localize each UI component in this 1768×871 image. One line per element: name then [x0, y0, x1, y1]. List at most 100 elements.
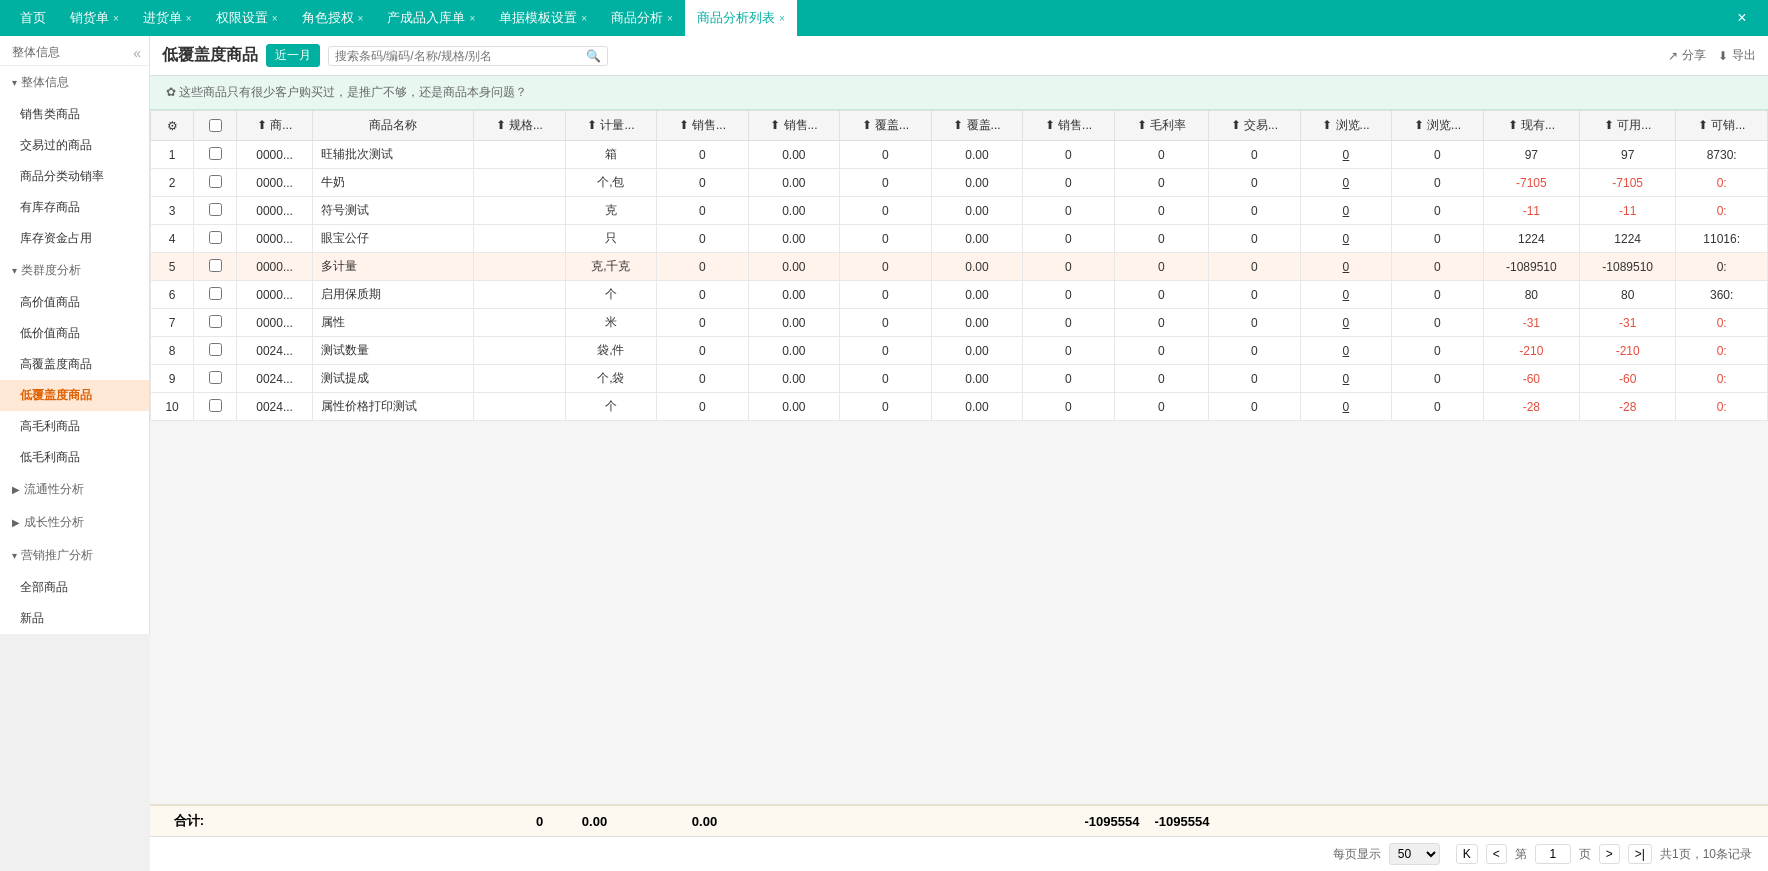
row-checkbox[interactable] — [209, 259, 222, 272]
filter-recent-btn[interactable]: 近一月 — [266, 44, 320, 67]
col-current-stock[interactable]: ⬆ 现有... — [1483, 111, 1579, 141]
sidebar-section-growth[interactable]: ▶ 成长性分析 — [0, 506, 149, 539]
cell-browse1[interactable]: 0 — [1300, 197, 1392, 225]
nav-home[interactable]: 首页 — [8, 0, 58, 36]
cell-current: 97 — [1483, 141, 1579, 169]
row-checkbox[interactable] — [209, 371, 222, 384]
cell-browse1[interactable]: 0 — [1300, 393, 1392, 421]
col-checkbox[interactable] — [194, 111, 237, 141]
sidebar-item-sales-goods[interactable]: 销售类商品 — [0, 99, 149, 130]
cell-browse1[interactable]: 0 — [1300, 281, 1392, 309]
sidebar-section-marketing[interactable]: ▾ 营销推广分析 — [0, 539, 149, 572]
row-checkbox[interactable] — [209, 231, 222, 244]
page-number-input[interactable] — [1535, 844, 1571, 864]
nav-analysis-list-close[interactable]: × — [779, 13, 785, 24]
nav-products[interactable]: 产成品入库单 × — [375, 0, 487, 36]
per-page-select[interactable]: 20 50 100 200 — [1389, 843, 1440, 865]
nav-permissions[interactable]: 权限设置 × — [204, 0, 290, 36]
cell-checkbox[interactable] — [194, 169, 237, 197]
window-close-button[interactable]: × — [1724, 0, 1760, 36]
sidebar-item-high-value[interactable]: 高价值商品 — [0, 287, 149, 318]
cell-browse1[interactable]: 0 — [1300, 253, 1392, 281]
col-name[interactable]: 商品名称 — [313, 111, 474, 141]
col-coverage1[interactable]: ⬆ 覆盖... — [840, 111, 932, 141]
nav-sales[interactable]: 销货单 × — [58, 0, 131, 36]
settings-icon[interactable]: ⚙ — [167, 119, 178, 133]
cell-checkbox[interactable] — [194, 337, 237, 365]
sidebar-item-high-coverage[interactable]: 高覆盖度商品 — [0, 349, 149, 380]
nav-products-close[interactable]: × — [469, 13, 475, 24]
col-available-stock[interactable]: ⬆ 可用... — [1580, 111, 1676, 141]
nav-template[interactable]: 单据模板设置 × — [487, 0, 599, 36]
nav-purchase-close[interactable]: × — [186, 13, 192, 24]
col-browse1[interactable]: ⬆ 浏览... — [1300, 111, 1392, 141]
cell-checkbox[interactable] — [194, 253, 237, 281]
next-page-btn[interactable]: > — [1599, 844, 1620, 864]
col-sellable[interactable]: ⬆ 可销... — [1676, 111, 1768, 141]
col-sales3[interactable]: ⬆ 销售... — [1023, 111, 1115, 141]
select-all-checkbox[interactable] — [209, 119, 222, 132]
col-unit[interactable]: ⬆ 计量... — [565, 111, 657, 141]
col-sales-amt[interactable]: ⬆ 销售... — [748, 111, 840, 141]
cell-browse1[interactable]: 0 — [1300, 365, 1392, 393]
export-btn[interactable]: ⬇ 导出 — [1718, 47, 1756, 64]
nav-permissions-close[interactable]: × — [272, 13, 278, 24]
share-btn[interactable]: ↗ 分享 — [1668, 47, 1706, 64]
cell-sales-qty: 0 — [657, 365, 749, 393]
cell-browse1[interactable]: 0 — [1300, 141, 1392, 169]
nav-roles-close[interactable]: × — [358, 13, 364, 24]
cell-browse1[interactable]: 0 — [1300, 225, 1392, 253]
sidebar-item-low-value[interactable]: 低价值商品 — [0, 318, 149, 349]
sidebar-item-all-goods[interactable]: 全部商品 — [0, 572, 149, 603]
row-checkbox[interactable] — [209, 315, 222, 328]
col-browse2[interactable]: ⬆ 浏览... — [1392, 111, 1484, 141]
nav-roles[interactable]: 角色授权 × — [290, 0, 376, 36]
col-sales-qty[interactable]: ⬆ 销售... — [657, 111, 749, 141]
cell-browse1[interactable]: 0 — [1300, 337, 1392, 365]
cell-cov2: 0.00 — [931, 253, 1023, 281]
row-checkbox[interactable] — [209, 147, 222, 160]
cell-checkbox[interactable] — [194, 197, 237, 225]
col-coverage2[interactable]: ⬆ 覆盖... — [931, 111, 1023, 141]
cell-checkbox[interactable] — [194, 141, 237, 169]
col-code[interactable]: ⬆ 商... — [236, 111, 312, 141]
cell-checkbox[interactable] — [194, 225, 237, 253]
cell-checkbox[interactable] — [194, 393, 237, 421]
sidebar-item-in-stock[interactable]: 有库存商品 — [0, 192, 149, 223]
cell-browse1[interactable]: 0 — [1300, 169, 1392, 197]
row-checkbox[interactable] — [209, 175, 222, 188]
cell-browse1[interactable]: 0 — [1300, 309, 1392, 337]
sidebar-item-low-margin[interactable]: 低毛利商品 — [0, 442, 149, 473]
row-checkbox[interactable] — [209, 343, 222, 356]
col-gross-margin[interactable]: ⬆ 毛利率 — [1114, 111, 1208, 141]
sidebar-section-circulation[interactable]: ▶ 流通性分析 — [0, 473, 149, 506]
sidebar-item-capital[interactable]: 库存资金占用 — [0, 223, 149, 254]
cell-checkbox[interactable] — [194, 365, 237, 393]
sidebar-item-category-rate[interactable]: 商品分类动销率 — [0, 161, 149, 192]
sidebar-collapse-btn[interactable]: « — [133, 45, 141, 61]
nav-sales-close[interactable]: × — [113, 13, 119, 24]
nav-analysis-list[interactable]: 商品分析列表 × — [685, 0, 797, 36]
row-checkbox[interactable] — [209, 399, 222, 412]
last-page-btn[interactable]: >| — [1628, 844, 1652, 864]
cell-checkbox[interactable] — [194, 281, 237, 309]
sidebar-section-overall[interactable]: ▾ 整体信息 — [0, 66, 149, 99]
cell-checkbox[interactable] — [194, 309, 237, 337]
row-checkbox[interactable] — [209, 287, 222, 300]
prev-page-btn[interactable]: < — [1486, 844, 1507, 864]
first-page-btn[interactable]: K — [1456, 844, 1478, 864]
nav-purchase[interactable]: 进货单 × — [131, 0, 204, 36]
sidebar-item-high-margin[interactable]: 高毛利商品 — [0, 411, 149, 442]
sidebar-item-low-coverage[interactable]: 低覆盖度商品 — [0, 380, 149, 411]
nav-template-close[interactable]: × — [581, 13, 587, 24]
sidebar-section-cluster[interactable]: ▾ 类群度分析 — [0, 254, 149, 287]
col-transaction[interactable]: ⬆ 交易... — [1209, 111, 1301, 141]
sidebar-item-traded-goods[interactable]: 交易过的商品 — [0, 130, 149, 161]
row-checkbox[interactable] — [209, 203, 222, 216]
sidebar-item-new-goods[interactable]: 新品 — [0, 603, 149, 634]
col-spec[interactable]: ⬆ 规格... — [474, 111, 566, 141]
nav-analysis-close[interactable]: × — [667, 13, 673, 24]
search-input[interactable] — [335, 49, 586, 63]
nav-analysis[interactable]: 商品分析 × — [599, 0, 685, 36]
col-settings[interactable]: ⚙ — [151, 111, 194, 141]
